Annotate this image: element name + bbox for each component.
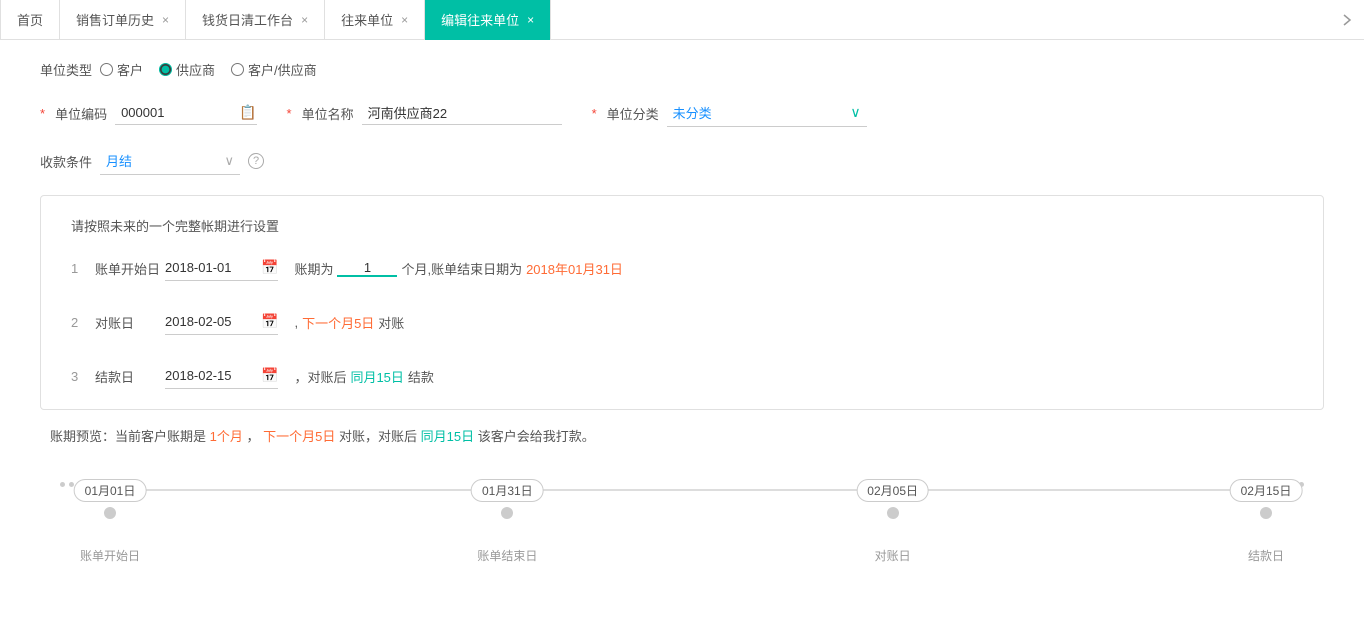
node-label-1: 账单开始日 <box>80 547 140 564</box>
unit-code-label: 单位编码 <box>55 104 107 123</box>
radio-customer-supplier-input[interactable] <box>231 63 244 76</box>
unit-name-label: 单位名称 <box>302 104 354 123</box>
main-content: 单位类型 客户 供应商 客户/供应商 * 单位编码 <box>0 40 1364 624</box>
tab-close-cashflow-workbench[interactable]: × <box>301 13 308 27</box>
preview-text: 账期预览：当前客户账期是 1个月 ， 下一个月5日 对账，对账后 同月15日 该… <box>40 426 1324 445</box>
node-label-2: 账单结束日 <box>477 547 537 564</box>
node-circle-1 <box>104 507 116 519</box>
tab-edit-partner-unit[interactable]: 编辑往来单位 × <box>425 0 551 40</box>
period-date-field-1[interactable] <box>165 260 255 275</box>
period-settings-title: 请按照未来的一个完整帐期进行设置 <box>71 216 1293 235</box>
radio-customer-input[interactable] <box>100 63 113 76</box>
tab-sales-order-history[interactable]: 销售订单历史 × <box>60 0 186 40</box>
unit-category-select[interactable]: 未分类 ∨ <box>667 99 867 127</box>
radio-supplier[interactable]: 供应商 <box>159 60 215 79</box>
node-badge-3: 02月05日 <box>856 479 929 502</box>
period-num-3: 3 <box>71 369 95 384</box>
unit-code-required: * <box>40 106 45 121</box>
period-label-3: 结款日 <box>95 367 165 386</box>
tab-close-partner-unit[interactable]: × <box>401 13 408 27</box>
preview-reconcile-date: 下一个月5日 <box>263 429 335 444</box>
node-badge-1: 01月01日 <box>74 479 147 502</box>
node-badge-4: 02月15日 <box>1230 479 1303 502</box>
period-suffix-2: , 下一个月5日 对账 <box>294 313 404 332</box>
period-date-field-2[interactable] <box>165 314 255 329</box>
node-label-4: 结款日 <box>1248 547 1284 564</box>
chevron-right-icon <box>1340 13 1354 27</box>
unit-category-label: 单位分类 <box>607 104 659 123</box>
unit-category-field: * 单位分类 未分类 ∨ <box>592 99 867 127</box>
period-num-2: 2 <box>71 315 95 330</box>
unit-code-input[interactable] <box>115 101 235 124</box>
period-date-input-3: 📅 <box>165 363 278 389</box>
payment-date-highlight: 同月15日 <box>350 367 403 386</box>
radio-supplier-input[interactable] <box>159 63 172 76</box>
timeline-node-2: 01月31日 账单结束日 <box>477 479 537 564</box>
period-row-1: 1 账单开始日 📅 账期为 个月,账单结束日期为 2018年01月31日 <box>71 255 1293 281</box>
payment-condition-row: 收款条件 月结 ∨ ? <box>40 147 1324 175</box>
timeline-nodes: 01月01日 账单开始日 01月31日 账单结束日 02月05日 对账日 <box>80 479 1284 564</box>
period-row-2: 2 对账日 📅 , 下一个月5日 对账 <box>71 309 1293 335</box>
tab-partner-unit[interactable]: 往来单位 × <box>325 0 425 40</box>
period-row-3: 3 结款日 📅 ，对账后 同月15日 结款 <box>71 363 1293 389</box>
unit-type-label: 单位类型 <box>40 60 92 79</box>
tab-home[interactable]: 首页 <box>0 0 60 40</box>
period-suffix-3: ，对账后 同月15日 结款 <box>294 367 434 386</box>
period-date-input-2: 📅 <box>165 309 278 335</box>
period-label-1: 账单开始日 <box>95 259 165 278</box>
tab-close-sales-order-history[interactable]: × <box>162 13 169 27</box>
unit-info-row: * 单位编码 📋 * 单位名称 * 单位分类 未分类 ∨ <box>40 99 1324 127</box>
tabs-bar: 首页 销售订单历史 × 钱货日清工作台 × 往来单位 × 编辑往来单位 × <box>0 0 1364 40</box>
node-circle-4 <box>1260 507 1272 519</box>
help-icon[interactable]: ? <box>248 153 264 169</box>
period-date-input-1: 📅 <box>165 255 278 281</box>
payment-condition-select[interactable]: 月结 ∨ <box>100 147 240 175</box>
months-input[interactable] <box>337 260 397 277</box>
unit-type-row: 单位类型 客户 供应商 客户/供应商 <box>40 60 1324 79</box>
period-num-1: 1 <box>71 261 95 276</box>
unit-name-input[interactable] <box>362 101 562 125</box>
preview-payment-date: 同月15日 <box>421 429 474 444</box>
copy-icon[interactable]: 📋 <box>239 104 256 121</box>
node-circle-2 <box>501 507 513 519</box>
period-suffix-1: 账期为 个月,账单结束日期为 2018年01月31日 <box>294 259 622 278</box>
calendar-icon-3[interactable]: 📅 <box>261 367 278 384</box>
timeline-dot-left-1 <box>60 482 65 487</box>
tab-close-edit-partner-unit[interactable]: × <box>527 13 534 27</box>
calendar-icon-1[interactable]: 📅 <box>261 259 278 276</box>
unit-type-field: 单位类型 客户 供应商 客户/供应商 <box>40 60 317 79</box>
payment-condition-chevron-down-icon: ∨ <box>225 153 235 169</box>
radio-customer[interactable]: 客户 <box>100 60 143 79</box>
unit-category-chevron-down-icon: ∨ <box>850 104 860 121</box>
node-circle-3 <box>887 507 899 519</box>
payment-condition-field: 收款条件 月结 ∨ ? <box>40 147 264 175</box>
tab-more-button[interactable] <box>1330 0 1364 40</box>
unit-name-required: * <box>287 106 292 121</box>
timeline-node-1: 01月01日 账单开始日 <box>80 479 140 564</box>
period-date-field-3[interactable] <box>165 368 255 383</box>
preview-months: 1个月 <box>210 429 243 444</box>
unit-code-field: * 单位编码 📋 <box>40 101 257 125</box>
period-settings-box: 请按照未来的一个完整帐期进行设置 1 账单开始日 📅 账期为 个月,账单结束日期… <box>40 195 1324 410</box>
unit-code-input-wrapper: 📋 <box>115 101 256 125</box>
timeline-node-4: 02月15日 结款日 <box>1248 479 1284 564</box>
unit-name-field: * 单位名称 <box>287 101 562 125</box>
payment-condition-label: 收款条件 <box>40 152 92 171</box>
unit-type-radio-group: 客户 供应商 客户/供应商 <box>100 60 317 79</box>
node-label-3: 对账日 <box>875 547 911 564</box>
unit-category-required: * <box>592 106 597 121</box>
calendar-icon-2[interactable]: 📅 <box>261 313 278 330</box>
timeline-container: 01月01日 账单开始日 01月31日 账单结束日 02月05日 对账日 <box>40 469 1324 604</box>
period-label-2: 对账日 <box>95 313 165 332</box>
tab-cashflow-workbench[interactable]: 钱货日清工作台 × <box>186 0 325 40</box>
node-badge-2: 01月31日 <box>471 479 544 502</box>
radio-customer-supplier[interactable]: 客户/供应商 <box>231 60 317 79</box>
reconcile-date-highlight: 下一个月5日 <box>302 313 374 332</box>
timeline-node-3: 02月05日 对账日 <box>875 479 911 564</box>
end-date-highlight: 2018年01月31日 <box>526 259 623 278</box>
